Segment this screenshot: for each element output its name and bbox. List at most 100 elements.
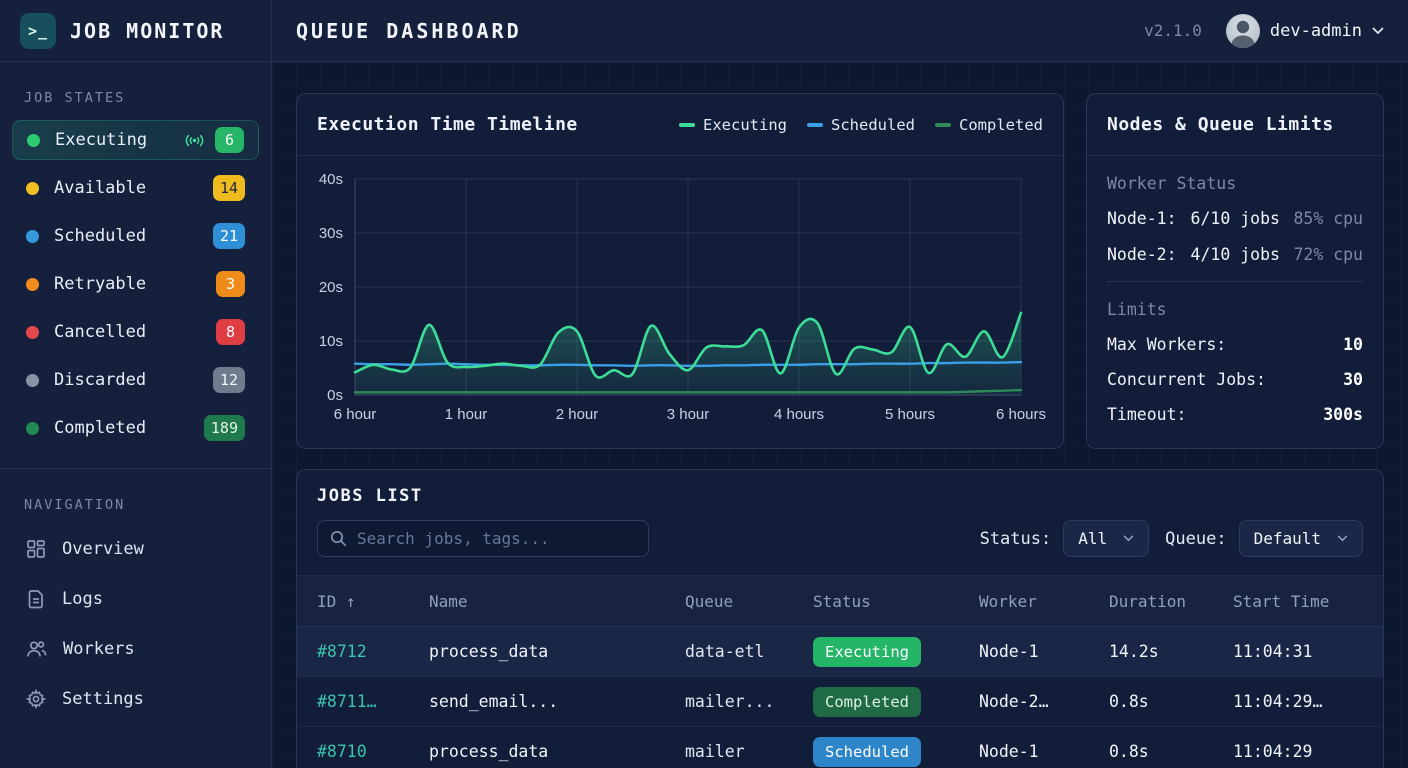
job-id: #8710 bbox=[317, 742, 367, 761]
sidebar-state-discarded[interactable]: Discarded 12 bbox=[12, 360, 259, 400]
nodes-divider bbox=[1107, 281, 1363, 282]
sidebar-state-available[interactable]: Available 14 bbox=[12, 168, 259, 208]
column-header[interactable]: Duration bbox=[1109, 592, 1233, 611]
job-id: #8712 bbox=[317, 642, 367, 661]
user-menu[interactable]: dev-admin bbox=[1225, 13, 1384, 48]
timeline-panel: Execution Time Timeline Executing Schedul… bbox=[296, 93, 1064, 449]
job-queue: mailer... bbox=[685, 692, 775, 711]
state-dot-icon bbox=[26, 181, 39, 195]
sidebar-item-workers[interactable]: Workers bbox=[12, 627, 259, 671]
sidebar-state-retryable[interactable]: Retryable 3 bbox=[12, 264, 259, 304]
search-icon bbox=[330, 530, 347, 547]
top-bar: QUEUE DASHBOARD v2.1.0 dev-admin bbox=[272, 0, 1408, 62]
app-logo: >_ JOB MONITOR bbox=[0, 0, 271, 62]
workers-icon bbox=[26, 639, 47, 659]
legend-item-scheduled[interactable]: Scheduled bbox=[807, 116, 915, 134]
avatar-silhouette bbox=[1230, 20, 1255, 48]
sidebar-item-logs[interactable]: Logs bbox=[12, 577, 259, 621]
filter-label: Queue: bbox=[1165, 528, 1227, 549]
logs-icon bbox=[26, 589, 46, 609]
nav-item-label: Settings bbox=[62, 689, 144, 709]
column-header[interactable]: Name bbox=[429, 592, 685, 611]
jobs-controls: Status: All Queue: Default bbox=[317, 520, 1363, 557]
jobs-table: ID ↑ Name Queue Status Worker Duration Start T… bbox=[297, 575, 1383, 768]
avatar bbox=[1225, 13, 1260, 48]
node-jobs: 4/10 jobs bbox=[1190, 245, 1280, 264]
svg-text:20s: 20s bbox=[319, 279, 343, 296]
job-start-time: 11:04:29… bbox=[1233, 692, 1323, 711]
limit-row: Concurrent Jobs: 30 bbox=[1107, 370, 1363, 389]
sidebar-state-executing[interactable]: Executing 6 bbox=[12, 120, 259, 160]
job-states-list: Executing 6 Available 14 Scheduled 21 Retryabl… bbox=[12, 120, 259, 448]
svg-text:0s: 0s bbox=[327, 387, 343, 404]
column-header[interactable]: Start Time bbox=[1233, 592, 1383, 611]
overview-icon bbox=[26, 539, 46, 559]
app-title: JOB MONITOR bbox=[70, 18, 225, 43]
state-label: Discarded bbox=[54, 370, 147, 390]
state-dot-icon bbox=[26, 421, 39, 435]
state-dot-icon bbox=[27, 133, 40, 147]
navigation-section-label: NAVIGATION bbox=[24, 497, 126, 513]
sidebar-state-cancelled[interactable]: Cancelled 8 bbox=[12, 312, 259, 352]
job-name: send_email... bbox=[429, 692, 559, 711]
limits-list: Max Workers: 10 Concurrent Jobs: 30 Timeout:… bbox=[1107, 335, 1363, 424]
state-count-badge: 6 bbox=[215, 127, 244, 153]
limit-label: Concurrent Jobs: bbox=[1107, 370, 1266, 389]
jobs-table-body: #8712 process_data data-etl Executing Node-1… bbox=[297, 627, 1383, 768]
svg-text:40s: 40s bbox=[319, 171, 343, 188]
sidebar: >_ JOB MONITOR JOB STATES Executing 6 Avai… bbox=[0, 0, 272, 768]
column-header[interactable]: Worker bbox=[979, 592, 1109, 611]
sidebar-item-settings[interactable]: Settings bbox=[12, 677, 259, 721]
table-row[interactable]: #8711… send_email... mailer... Completed Nod… bbox=[297, 677, 1383, 727]
nodes-panel: Nodes & Queue Limits Worker Status Node-… bbox=[1086, 93, 1384, 449]
dropdown-value: Default bbox=[1253, 529, 1321, 548]
legend-item-executing[interactable]: Executing bbox=[679, 116, 787, 134]
navigation-list: Overview Logs Workers Settings bbox=[12, 527, 259, 721]
top-panels-row: Execution Time Timeline Executing Schedul… bbox=[296, 93, 1384, 449]
state-label: Cancelled bbox=[54, 322, 147, 342]
legend-item-completed[interactable]: Completed bbox=[935, 116, 1043, 134]
sidebar-item-overview[interactable]: Overview bbox=[12, 527, 259, 571]
worker-status-list: Node-1: 6/10 jobs 85% cpu Node-2: 4/10 jobs 7… bbox=[1107, 209, 1363, 264]
timeline-chart: 0s 10s 20s 30s 40s 6 hour 1 hour 2 hour 3 hour 4 … bbox=[319, 171, 1046, 423]
filter-dropdown[interactable]: All bbox=[1063, 520, 1150, 557]
state-count-badge: 21 bbox=[212, 223, 245, 249]
nav-item-label: Logs bbox=[62, 589, 103, 609]
state-count-badge: 14 bbox=[212, 175, 245, 201]
main-column: QUEUE DASHBOARD v2.1.0 dev-admin Executi… bbox=[272, 0, 1408, 768]
version-label: v2.1.0 bbox=[1144, 21, 1202, 40]
state-label: Retryable bbox=[54, 274, 147, 294]
sidebar-state-completed[interactable]: Completed 189 bbox=[12, 408, 259, 448]
column-header[interactable]: Queue bbox=[685, 592, 813, 611]
filter-dropdown[interactable]: Default bbox=[1238, 520, 1363, 557]
table-row[interactable]: #8710 process_data mailer Scheduled Node-1 0.… bbox=[297, 727, 1383, 768]
worker-status-row: Node-1: 6/10 jobs 85% cpu bbox=[1107, 209, 1363, 228]
state-label: Scheduled bbox=[54, 226, 147, 246]
job-queue: mailer bbox=[685, 742, 745, 761]
sidebar-state-scheduled[interactable]: Scheduled 21 bbox=[12, 216, 259, 256]
column-header[interactable]: ID ↑ bbox=[317, 592, 429, 611]
column-header[interactable]: Status bbox=[813, 592, 979, 611]
limits-label: Limits bbox=[1107, 300, 1167, 319]
search-box[interactable] bbox=[317, 520, 649, 557]
search-input[interactable] bbox=[357, 529, 636, 548]
app-root: >_ JOB MONITOR JOB STATES Executing 6 Avai… bbox=[0, 0, 1408, 768]
state-label: Available bbox=[54, 178, 147, 198]
jobs-list-header: JOBS LIST Status: All Queue: Default bbox=[297, 470, 1383, 557]
job-start-time: 11:04:31 bbox=[1233, 642, 1313, 661]
timeline-title: Execution Time Timeline bbox=[317, 114, 578, 135]
legend-label: Executing bbox=[703, 115, 787, 134]
table-row[interactable]: #8712 process_data data-etl Executing Node-1… bbox=[297, 627, 1383, 677]
job-duration: 0.8s bbox=[1109, 742, 1149, 761]
svg-text:30s: 30s bbox=[319, 225, 343, 242]
filter-status: Status: All bbox=[980, 520, 1150, 557]
legend-label: Completed bbox=[959, 115, 1043, 134]
dashboard-main: Execution Time Timeline Executing Schedul… bbox=[272, 62, 1408, 768]
node-cpu: 72% cpu bbox=[1293, 245, 1363, 264]
legend-swatch bbox=[679, 122, 695, 127]
state-dot-icon bbox=[26, 277, 39, 291]
state-count-badge: 8 bbox=[216, 319, 245, 345]
jobs-filters: Status: All Queue: Default bbox=[980, 520, 1363, 557]
svg-text:6 hours: 6 hours bbox=[996, 406, 1046, 423]
status-badge: Completed bbox=[813, 686, 921, 717]
